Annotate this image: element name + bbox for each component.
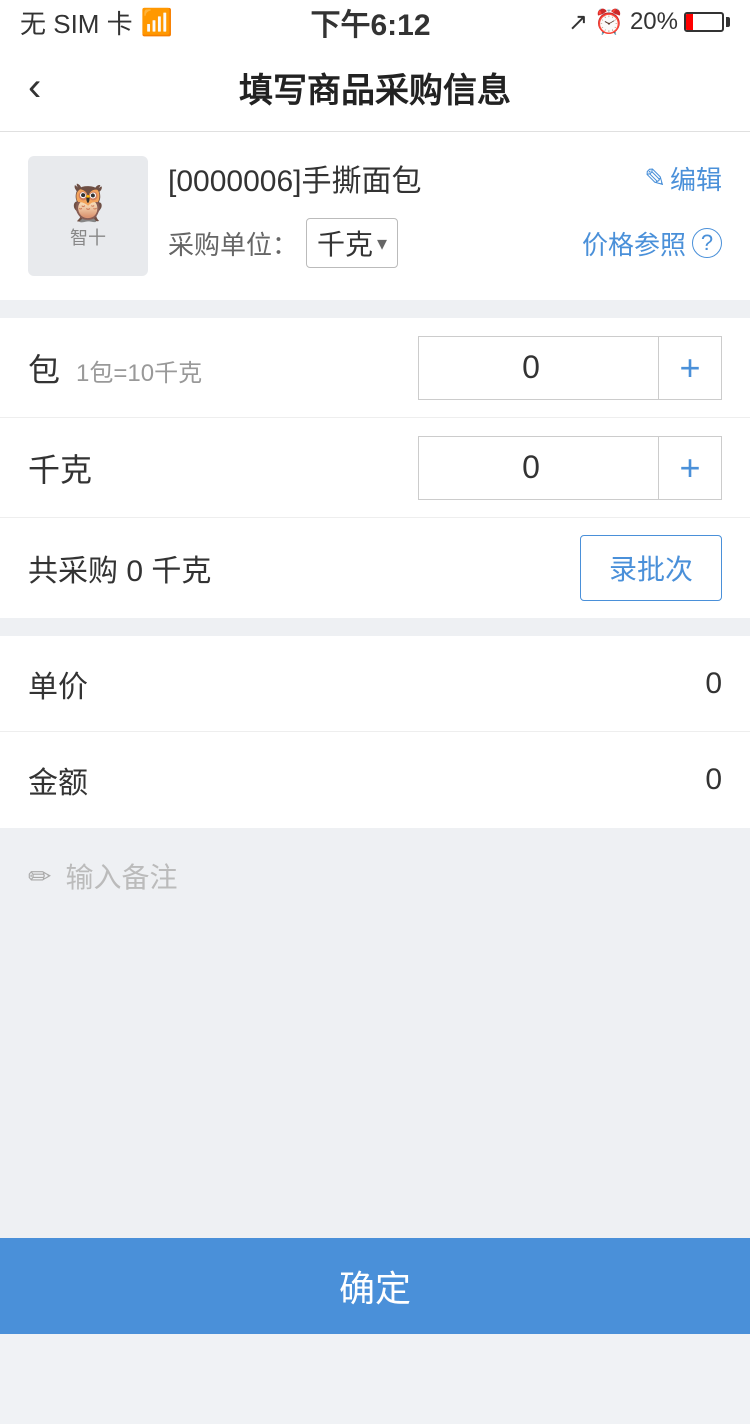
product-card: 🦉 智十 [0000006]手撕面包 ✎ 编辑 采购单位： 千克 ▾ [0,132,750,300]
status-left: 无 SIM 卡 📶 [20,4,173,41]
battery-percent: 20% [630,8,678,36]
quantity-section: 包 1包=10千克 + 千克 + [0,318,750,518]
remark-section[interactable]: ✏ 输入备注 [0,828,750,1028]
price-ref-label: 价格参照 [582,225,686,262]
remark-row: ✏ 输入备注 [28,856,722,896]
product-header: [0000006]手撕面包 ✎ 编辑 [168,156,722,200]
record-batch-button[interactable]: 录批次 [580,535,722,601]
qty-right-bao: + [418,336,722,400]
status-time: 下午6:12 [310,0,430,44]
qty-label-kg: 千克 [28,445,92,491]
price-ref-button[interactable]: 价格参照 ? [582,225,722,262]
price-info-section: 单价 0 金额 0 [0,636,750,828]
amount-label: 金额 [28,758,88,802]
location-icon: ↗ [568,8,588,37]
qty-input-bao[interactable] [418,336,658,400]
unit-price-value: 0 [705,667,722,701]
owl-logo: 🦉 智十 [66,182,111,250]
page-title: 填写商品采购信息 [239,63,511,112]
status-right: ↗ ⏰ 20% [568,8,730,37]
product-image: 🦉 智十 [28,156,148,276]
total-row: 共采购 0 千克 录批次 [0,518,750,618]
qty-input-kg[interactable] [418,436,658,500]
dropdown-icon: ▾ [377,231,387,256]
confirm-button-label: 确定 [339,1260,411,1312]
amount-value: 0 [705,763,722,797]
unit-price-label: 单价 [28,662,88,706]
qty-right-kg: + [418,436,722,500]
qty-label-bao: 包 [28,345,60,391]
unit-label: 采购单位： [168,225,298,262]
product-unit-row: 采购单位： 千克 ▾ 价格参照 ? [168,218,722,268]
section-divider-2 [0,618,750,636]
battery-icon [684,12,730,32]
wifi-icon: 📶 [141,7,173,38]
qty-sublabel-bao: 1包=10千克 [76,353,202,388]
nav-bar: ‹ 填写商品采购信息 [0,44,750,132]
sim-signal-text: 无 SIM 卡 [20,4,133,41]
status-bar: 无 SIM 卡 📶 下午6:12 ↗ ⏰ 20% [0,0,750,44]
pencil-icon: ✏ [28,860,51,893]
quantity-row-bao: 包 1包=10千克 + [0,318,750,418]
amount-row: 金额 0 [0,732,750,828]
section-divider-1 [0,300,750,318]
qty-plus-bao[interactable]: + [658,336,722,400]
back-button[interactable]: ‹ [28,65,41,110]
confirm-button[interactable]: 确定 [0,1238,750,1334]
product-name: [0000006]手撕面包 [168,156,421,200]
remark-placeholder: 输入备注 [65,856,177,896]
total-label: 共采购 0 千克 [28,546,211,590]
edit-button[interactable]: ✎ 编辑 [644,160,722,197]
alarm-icon: ⏰ [594,8,624,37]
unit-value: 千克 [317,223,373,263]
price-ref-icon: ? [692,228,722,258]
unit-price-row: 单价 0 [0,636,750,732]
quantity-row-kg: 千克 + [0,418,750,518]
unit-select-button[interactable]: 千克 ▾ [306,218,398,268]
edit-icon: ✎ [644,163,666,194]
product-info: [0000006]手撕面包 ✎ 编辑 采购单位： 千克 ▾ 价格参照 ? [168,156,722,268]
qty-plus-kg[interactable]: + [658,436,722,500]
edit-label: 编辑 [670,160,722,197]
